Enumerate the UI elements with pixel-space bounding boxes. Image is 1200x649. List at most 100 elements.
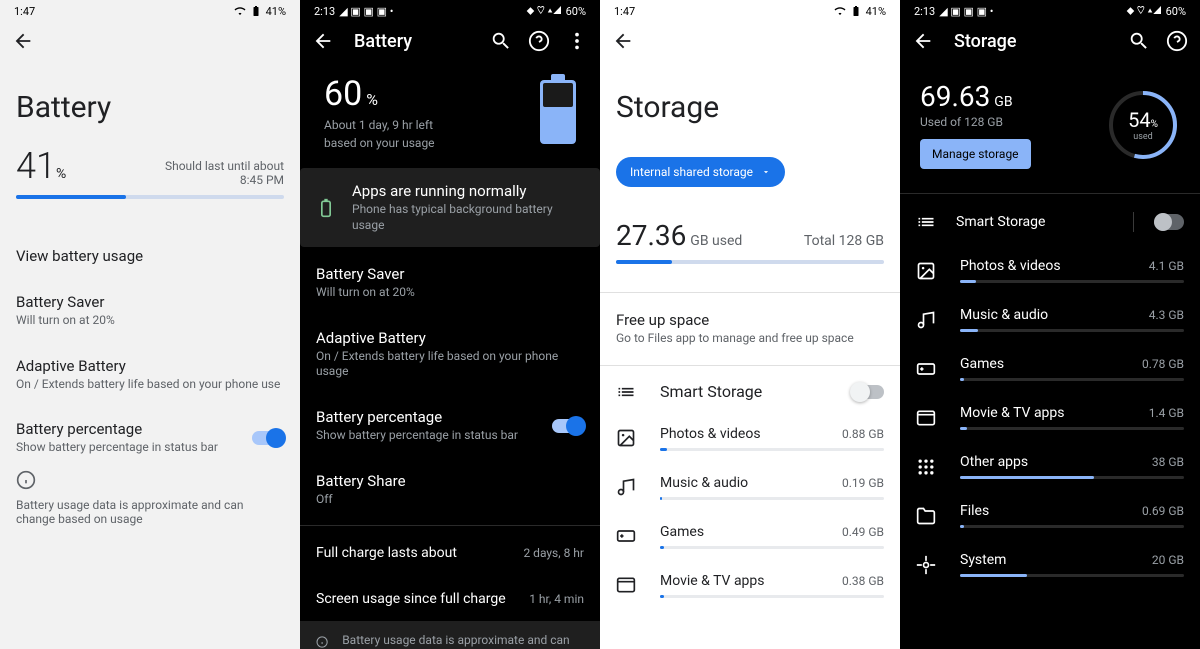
battery-item-1[interactable]: Adaptive BatteryOn / Extends battery lif… <box>300 315 600 394</box>
battery-pct: 41% <box>266 5 286 18</box>
wifi-icon <box>234 5 246 17</box>
list-icon <box>916 212 936 232</box>
total-value: Used of 128 GB <box>920 115 1090 129</box>
status-bar: 1:47 41% <box>0 0 300 22</box>
help-icon[interactable] <box>528 30 550 52</box>
category-photo[interactable]: Photos & videos4.1 GB <box>900 246 1200 295</box>
clock: 2:13 <box>314 5 335 18</box>
battery-hero: 60% About 1 day, 9 hr left based on your… <box>300 60 600 164</box>
game-icon <box>916 359 936 379</box>
estimate-2: 8:45 PM <box>165 173 284 187</box>
notif-icons: ◢ ▣ ▣ ▣ • <box>339 5 393 18</box>
battery-icon <box>850 5 862 17</box>
status-icons: ⬥ ♡ ▴◢ 60% <box>527 4 586 18</box>
status-bar: 1:47 41% <box>600 0 900 22</box>
battery-item-3[interactable]: Battery percentageShow battery percentag… <box>0 406 300 470</box>
battery-icon <box>250 5 262 17</box>
back-icon[interactable] <box>612 30 634 52</box>
category-game[interactable]: Games0.49 GB <box>600 512 900 561</box>
battery-illustration <box>540 80 576 144</box>
battery-bar <box>16 195 284 199</box>
status-icons: 41% <box>234 5 286 18</box>
back-icon[interactable] <box>312 30 334 52</box>
battery-pct: 41% <box>866 5 886 18</box>
used-unit: GB <box>994 94 1012 110</box>
toggle[interactable] <box>552 419 584 433</box>
photo-icon <box>616 428 636 448</box>
game-icon <box>616 526 636 546</box>
battery-pct-row: 41% Should last until about8:45 PM <box>0 145 300 187</box>
app-title: Battery <box>354 31 470 52</box>
movie-icon <box>916 408 936 428</box>
notif-icons: ◢ ▣ ▣ ▣ • <box>939 5 993 18</box>
search-icon[interactable] <box>1128 30 1150 52</box>
estimate-1: Should last until about <box>165 159 284 173</box>
estimate-1: About 1 day, 9 hr left <box>324 118 520 132</box>
status-bar: 2:13 ◢ ▣ ▣ ▣ • ⬥ ♡ ▴◢ 60% <box>300 0 600 22</box>
clock: 1:47 <box>14 5 35 18</box>
category-sys[interactable]: System20 GB <box>900 540 1200 589</box>
category-photo[interactable]: Photos & videos0.88 GB <box>600 414 900 463</box>
battery-item-0[interactable]: Battery SaverWill turn on at 20% <box>300 251 600 315</box>
back-icon[interactable] <box>912 30 934 52</box>
stat-1[interactable]: Screen usage since full charge1 hr, 4 mi… <box>300 576 600 622</box>
smart-storage-row[interactable]: Smart Storage <box>900 198 1200 246</box>
app-bar: Storage <box>900 22 1200 60</box>
app-title: Storage <box>954 31 1108 52</box>
card-sub: Phone has typical background battery usa… <box>352 202 584 233</box>
app-bar <box>600 22 900 60</box>
panel-battery-dark: 2:13 ◢ ▣ ▣ ▣ • ⬥ ♡ ▴◢ 60% Battery 60% Abo… <box>300 0 600 649</box>
page-title: Storage <box>600 60 900 145</box>
apps-icon <box>916 457 936 477</box>
search-icon[interactable] <box>490 30 512 52</box>
stat-0[interactable]: Full charge lasts about2 days, 8 hr <box>300 530 600 576</box>
footer-card: Battery usage data is approximate and ca… <box>300 621 600 649</box>
footer-note: Battery usage data is approximate and ca… <box>342 633 584 649</box>
storage-chip[interactable]: Internal shared storage <box>616 157 785 187</box>
pct-unit: % <box>56 166 66 182</box>
pct-value: 60 <box>324 74 362 114</box>
smart-storage-toggle[interactable] <box>1154 214 1184 230</box>
free-up-space[interactable]: Free up spaceGo to Files app to manage a… <box>600 297 900 361</box>
status-icons: 41% <box>834 5 886 18</box>
back-icon[interactable] <box>12 30 34 52</box>
movie-icon <box>616 575 636 595</box>
folder-icon <box>916 506 936 526</box>
help-icon[interactable] <box>1166 30 1188 52</box>
panel-battery-light: 1:47 41% Battery 41% Should last until a… <box>0 0 300 649</box>
battery-item-2[interactable]: Battery percentageShow battery percentag… <box>300 394 600 458</box>
battery-item-0[interactable]: View battery usage <box>0 233 300 279</box>
list-icon <box>616 382 636 402</box>
battery-item-1[interactable]: Battery SaverWill turn on at 20% <box>0 279 300 343</box>
battery-item-2[interactable]: Adaptive BatteryOn / Extends battery lif… <box>0 343 300 407</box>
pct-unit: % <box>366 90 378 109</box>
music-icon <box>616 477 636 497</box>
battery-item-3[interactable]: Battery ShareOff <box>300 458 600 522</box>
dropdown-icon <box>761 167 771 177</box>
panel-storage-dark: 2:13◢ ▣ ▣ ▣ • ⬥ ♡ ▴◢ 60% Storage 69.63 G… <box>900 0 1200 649</box>
category-music[interactable]: Music & audio4.3 GB <box>900 295 1200 344</box>
category-apps[interactable]: Other apps38 GB <box>900 442 1200 491</box>
storage-hero: 69.63 GB Used of 128 GB Manage storage 5… <box>900 60 1200 189</box>
info-icon <box>316 633 328 649</box>
footer-note: Battery usage data is approximate and ca… <box>0 494 300 542</box>
photo-icon <box>916 261 936 281</box>
usage-ring: 54%used <box>1106 88 1180 162</box>
smart-storage-row[interactable]: Smart Storage <box>600 370 900 414</box>
more-icon[interactable] <box>566 30 588 52</box>
sys-icon <box>916 555 936 575</box>
category-game[interactable]: Games0.78 GB <box>900 344 1200 393</box>
battery-pct: 60% <box>1166 5 1186 18</box>
manage-storage-button[interactable]: Manage storage <box>920 139 1031 169</box>
smart-storage-toggle[interactable] <box>852 385 884 399</box>
category-movie[interactable]: Movie & TV apps1.4 GB <box>900 393 1200 442</box>
used-value: 27.36 <box>616 219 686 252</box>
status-card[interactable]: Apps are running normallyPhone has typic… <box>300 168 600 247</box>
music-icon <box>916 310 936 330</box>
app-bar <box>0 22 300 60</box>
category-music[interactable]: Music & audio0.19 GB <box>600 463 900 512</box>
category-movie[interactable]: Movie & TV apps0.38 GB <box>600 561 900 610</box>
toggle[interactable] <box>252 431 284 445</box>
category-folder[interactable]: Files0.69 GB <box>900 491 1200 540</box>
info-icon <box>16 470 36 490</box>
